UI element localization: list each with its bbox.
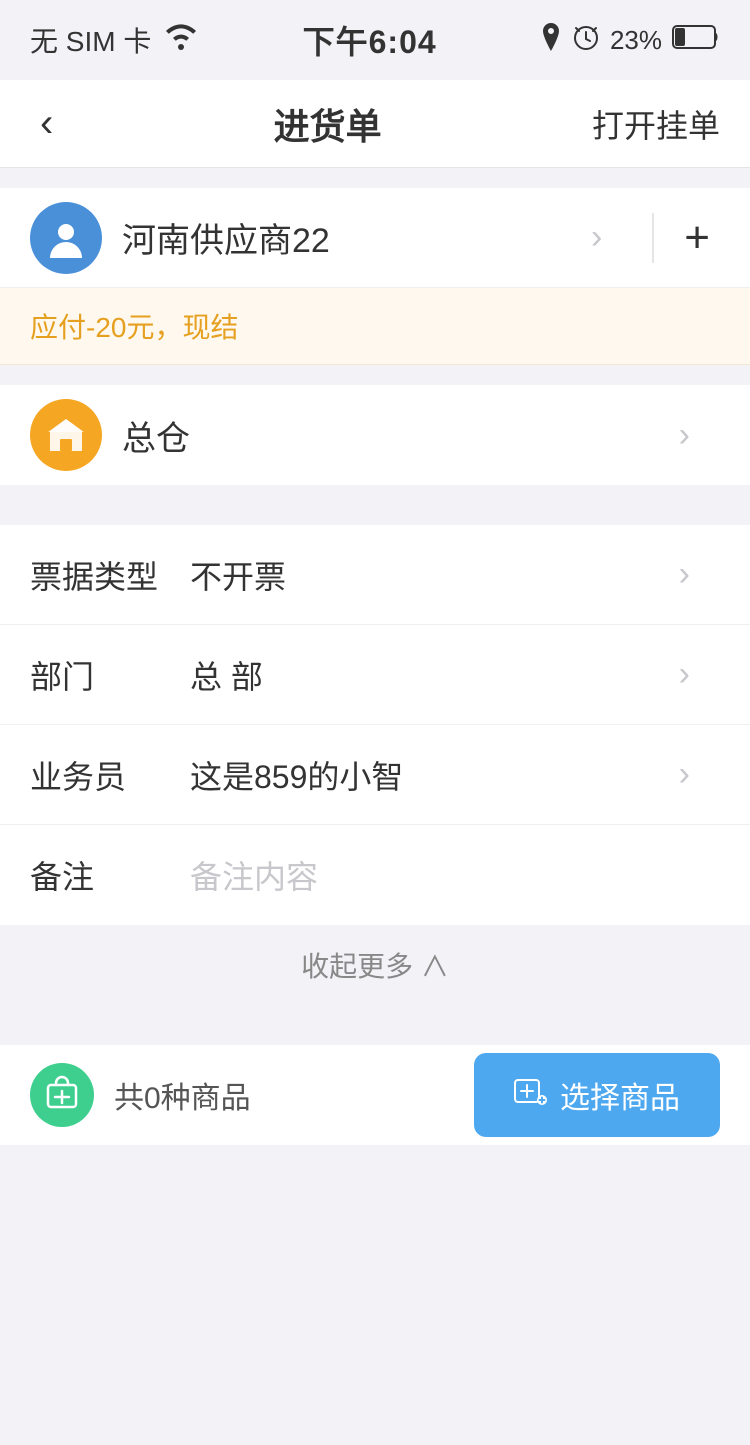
invoice-row[interactable]: 票据类型 不开票 › xyxy=(0,525,750,625)
top-divider xyxy=(0,168,750,188)
mid-divider2 xyxy=(0,485,750,505)
bottom-divider xyxy=(0,1005,750,1025)
select-product-button[interactable]: 选择商品 xyxy=(474,1053,720,1137)
invoice-label: 票据类型 xyxy=(30,552,170,598)
remark-row[interactable]: 备注 备注内容 xyxy=(0,825,750,925)
back-button[interactable]: ‹ xyxy=(30,91,63,156)
nav-bar: ‹ 进货单 打开挂单 xyxy=(0,80,750,168)
warehouse-chevron-icon: › xyxy=(679,416,690,455)
form-section: 票据类型 不开票 › 部门 总 部 › 业务员 这是859的小智 › 备注 备注… xyxy=(0,525,750,925)
mid-divider1 xyxy=(0,365,750,385)
battery-icon xyxy=(672,24,720,57)
dept-chevron-icon: › xyxy=(679,655,690,694)
invoice-chevron-icon: › xyxy=(679,555,690,594)
supplier-name: 河南供应商22 xyxy=(122,213,591,262)
product-footer: 共0种商品 选择商品 xyxy=(0,1045,750,1145)
dept-value: 总 部 xyxy=(190,652,679,698)
page-title: 进货单 xyxy=(274,98,382,150)
status-right: 23% xyxy=(540,23,720,58)
collapse-label: 收起更多 ∧ xyxy=(301,945,449,985)
open-pending-button[interactable]: 打开挂单 xyxy=(592,101,720,147)
warehouse-section: 总仓 › xyxy=(0,385,750,485)
alarm-icon xyxy=(572,23,600,58)
dept-row[interactable]: 部门 总 部 › xyxy=(0,625,750,725)
supplier-avatar xyxy=(30,202,102,274)
status-time: 下午6:04 xyxy=(303,17,437,63)
product-icon xyxy=(30,1063,94,1127)
supplier-section: 河南供应商22 › + 应付-20元，现结 xyxy=(0,188,750,365)
product-count-label: 共0种商品 xyxy=(114,1073,474,1117)
sales-label: 业务员 xyxy=(30,752,170,798)
remaining-background xyxy=(0,1145,750,1445)
sales-value: 这是859的小智 xyxy=(190,752,679,798)
collapse-button[interactable]: 收起更多 ∧ xyxy=(0,925,750,1005)
add-supplier-button[interactable]: + xyxy=(674,208,720,268)
warehouse-name: 总仓 xyxy=(122,411,679,460)
battery-percent: 23% xyxy=(610,25,662,56)
warehouse-row[interactable]: 总仓 › xyxy=(0,385,750,485)
select-product-label: 选择商品 xyxy=(560,1073,680,1117)
warehouse-icon xyxy=(30,399,102,471)
sales-chevron-icon: › xyxy=(679,755,690,794)
wifi-icon xyxy=(163,24,199,57)
status-bar: 无 SIM 卡 下午6:04 23% xyxy=(0,0,750,80)
notice-text: 应付-20元，现结 xyxy=(30,312,238,343)
carrier-label: 无 SIM 卡 xyxy=(30,20,151,60)
dept-label: 部门 xyxy=(30,652,170,698)
invoice-value: 不开票 xyxy=(190,552,679,598)
divider xyxy=(652,213,654,263)
notice-banner: 应付-20元，现结 xyxy=(0,288,750,365)
supplier-chevron-icon: › xyxy=(591,218,602,257)
remark-label: 备注 xyxy=(30,852,170,898)
status-left: 无 SIM 卡 xyxy=(30,20,199,60)
location-icon xyxy=(540,23,562,58)
sales-row[interactable]: 业务员 这是859的小智 › xyxy=(0,725,750,825)
remark-input[interactable]: 备注内容 xyxy=(190,852,720,898)
supplier-row[interactable]: 河南供应商22 › + xyxy=(0,188,750,288)
select-product-icon xyxy=(514,1076,548,1114)
